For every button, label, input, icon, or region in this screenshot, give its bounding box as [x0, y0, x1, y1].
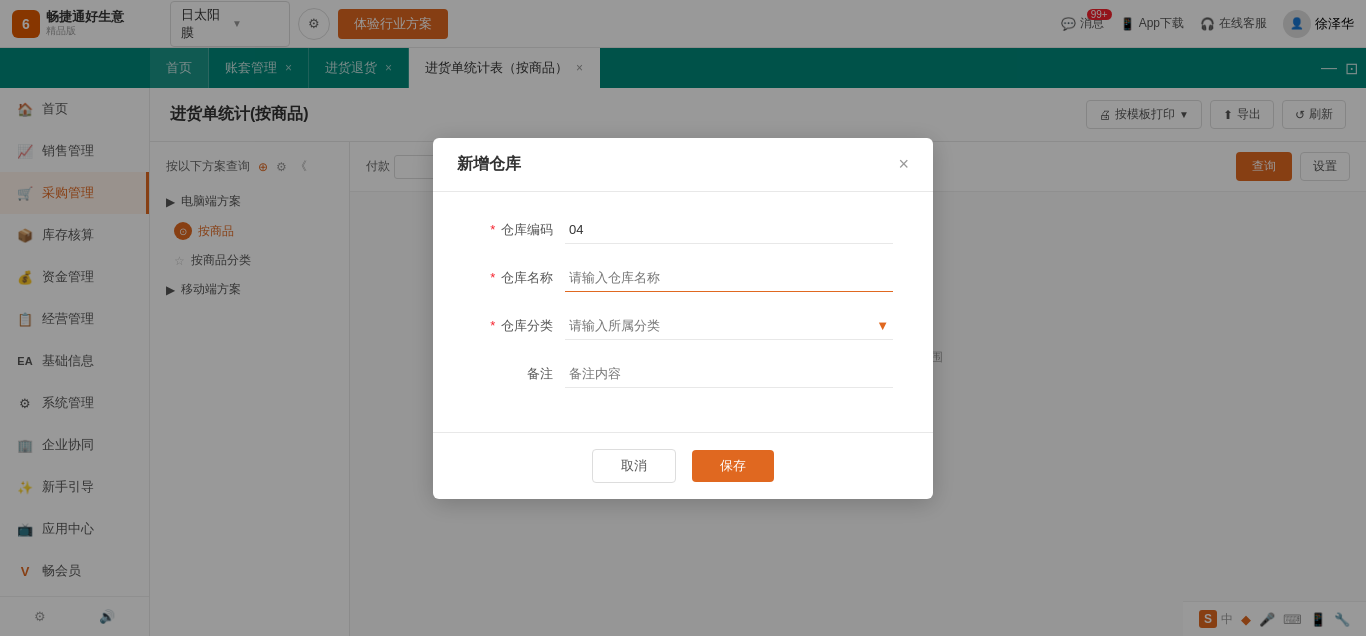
category-select-row[interactable]: ▼ [565, 312, 893, 340]
form-row-category: * 仓库分类 ▼ [473, 312, 893, 340]
modal-body: * 仓库编码 * 仓库名称 * 仓库分类 [433, 192, 933, 432]
add-warehouse-modal: 新增仓库 × * 仓库编码 * 仓库名称 [433, 138, 933, 499]
cancel-button[interactable]: 取消 [592, 449, 676, 483]
form-row-name: * 仓库名称 [473, 264, 893, 292]
form-row-remark: 备注 [473, 360, 893, 388]
name-input[interactable] [565, 264, 893, 292]
category-label-text: 仓库分类 [501, 318, 553, 333]
remark-label-text: 备注 [527, 366, 553, 381]
remark-label: 备注 [473, 365, 553, 383]
modal-close-button[interactable]: × [898, 154, 909, 175]
name-label: * 仓库名称 [473, 269, 553, 287]
code-label: * 仓库编码 [473, 221, 553, 239]
modal-overlay: 新增仓库 × * 仓库编码 * 仓库名称 [0, 0, 1366, 636]
name-required-star: * [490, 270, 495, 285]
modal-footer: 取消 保存 [433, 432, 933, 499]
save-button[interactable]: 保存 [692, 450, 774, 482]
category-required-star: * [490, 318, 495, 333]
name-label-text: 仓库名称 [501, 270, 553, 285]
remark-input[interactable] [565, 360, 893, 388]
category-input[interactable] [569, 318, 876, 333]
category-dropdown-icon: ▼ [876, 318, 889, 333]
code-required-star: * [490, 222, 495, 237]
modal-title: 新增仓库 [457, 154, 521, 175]
form-row-code: * 仓库编码 [473, 216, 893, 244]
category-label: * 仓库分类 [473, 317, 553, 335]
code-input[interactable] [565, 216, 893, 244]
modal-header: 新增仓库 × [433, 138, 933, 192]
code-label-text: 仓库编码 [501, 222, 553, 237]
